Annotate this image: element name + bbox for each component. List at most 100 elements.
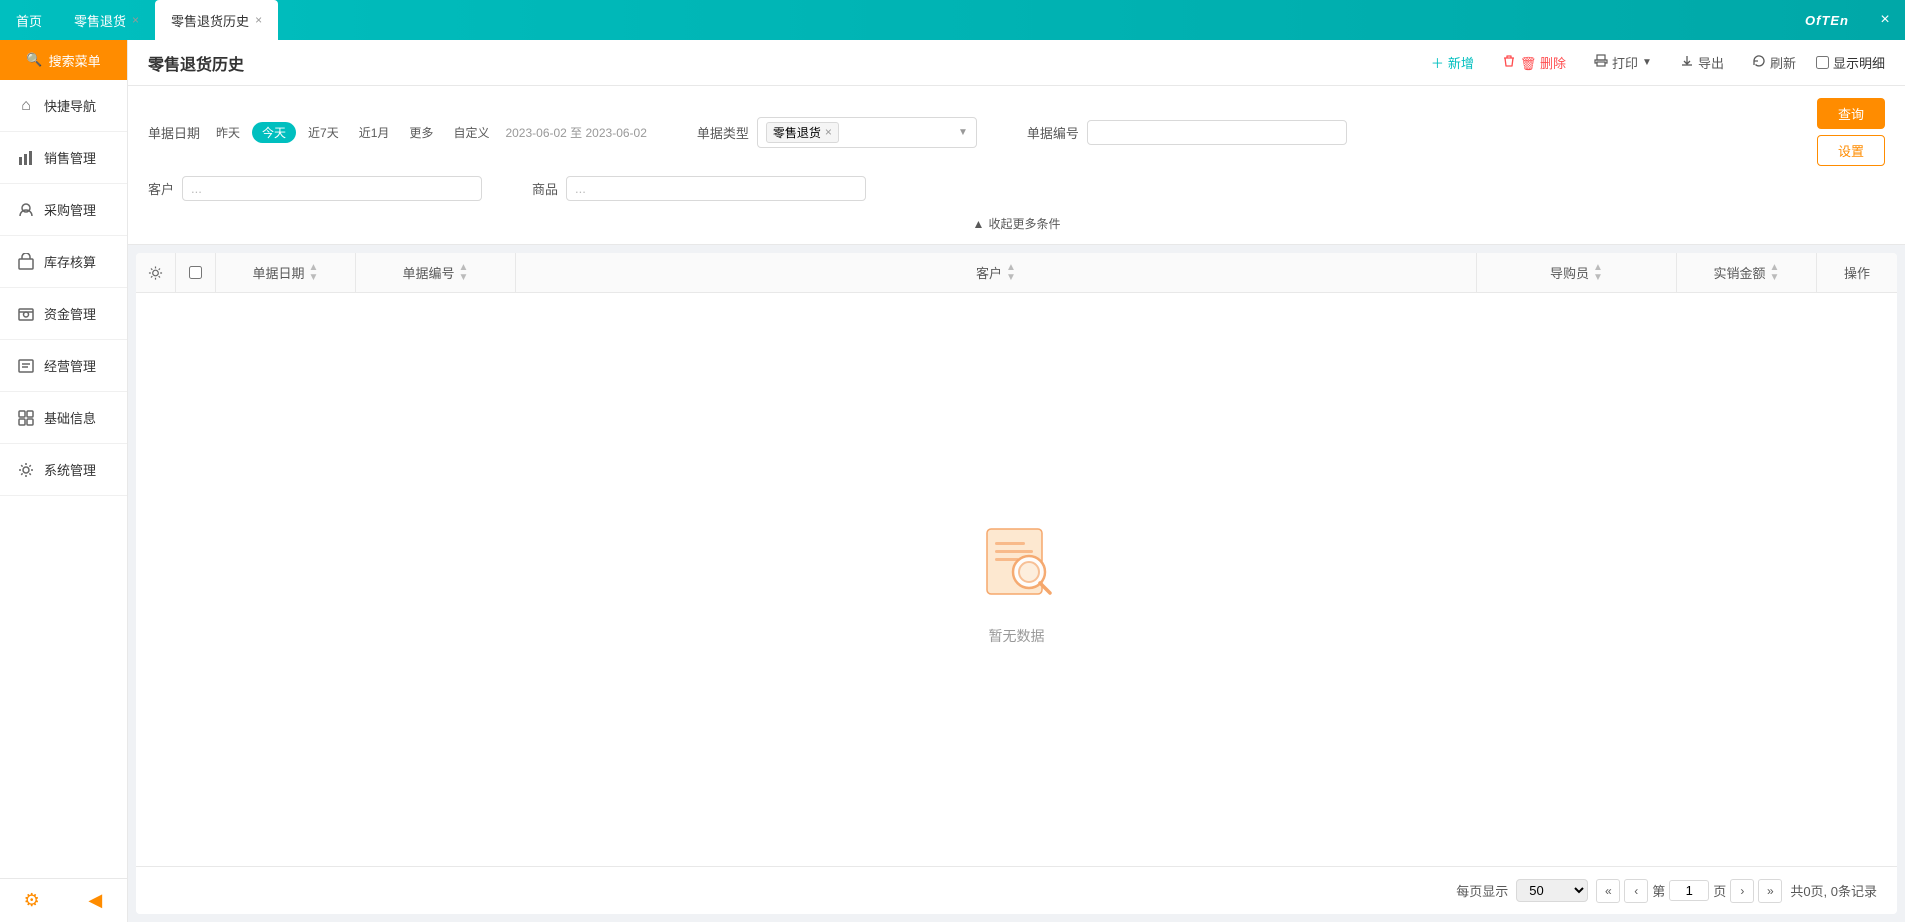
th-amount[interactable]: 实销金额 ▲▼ <box>1677 253 1817 292</box>
table-area: 单据日期 ▲▼ 单据编号 ▲▼ 客户 ▲▼ 导购员 ▲▼ 实销金额 ▲▼ <box>136 253 1897 914</box>
doc-code-input[interactable] <box>1087 120 1347 145</box>
th-settings[interactable] <box>136 253 176 292</box>
sort-date-icon: ▲▼ <box>309 263 319 283</box>
date-btn-custom[interactable]: 自定义 <box>445 122 497 143</box>
page-title: 零售退货历史 <box>148 51 244 75</box>
tab-retail-return[interactable]: 零售退货 × <box>58 0 155 40</box>
th-date-label: 单据日期 <box>253 263 305 282</box>
tab-retail-return-close[interactable]: × <box>132 13 139 27</box>
pagination: 每页显示 50 20 100 « ‹ 第 页 › » 共0页, 0条记录 <box>136 866 1897 914</box>
tab-retail-return-history-label: 零售退货历史 <box>171 11 249 30</box>
date-btn-1month[interactable]: 近1月 <box>351 122 398 143</box>
select-all-checkbox[interactable] <box>189 266 202 279</box>
date-btn-7days[interactable]: 近7天 <box>300 122 347 143</box>
collapse-icon: ▲ <box>973 217 985 231</box>
empty-state-icon <box>967 514 1067 614</box>
delete-label: 🗑 删除 <box>1520 53 1566 72</box>
sidebar-item-system-label: 系统管理 <box>44 460 96 479</box>
tab-retail-return-history-close[interactable]: × <box>255 13 262 27</box>
page-input-prefix: 第 <box>1652 881 1665 900</box>
th-code[interactable]: 单据编号 ▲▼ <box>356 253 516 292</box>
sales-icon <box>16 148 36 168</box>
show-detail-label: 显示明细 <box>1833 53 1885 72</box>
search-icon: 🔍 <box>26 52 42 68</box>
last-page-button[interactable]: » <box>1758 879 1782 903</box>
delete-button[interactable]: 🗑 删除 <box>1494 49 1574 76</box>
show-detail-checkbox[interactable] <box>1816 56 1829 69</box>
tab-retail-return-label: 零售退货 <box>74 11 126 30</box>
print-label: 打印 <box>1612 53 1638 72</box>
sidebar-item-operations[interactable]: 经营管理 <box>0 340 127 392</box>
sidebar-item-basic-info[interactable]: 基础信息 <box>0 392 127 444</box>
print-button[interactable]: 打印 ▼ <box>1586 49 1660 76</box>
new-button[interactable]: ＋ 新增 <box>1423 49 1482 76</box>
settings-bottom-icon[interactable]: ⚙ <box>16 885 48 917</box>
date-btn-yesterday[interactable]: 昨天 <box>208 122 248 143</box>
setting-button[interactable]: 设置 <box>1817 135 1885 166</box>
th-guide-label: 导购员 <box>1550 263 1589 282</box>
export-button[interactable]: 导出 <box>1672 49 1732 76</box>
page-size-label: 每页显示 <box>1456 881 1508 900</box>
window-close-button[interactable]: × <box>1865 0 1905 40</box>
sidebar: 🔍 搜索菜单 ⌂ 快捷导航 销售管理 <box>0 40 128 922</box>
th-action: 操作 <box>1817 253 1897 292</box>
sidebar-search[interactable]: 🔍 搜索菜单 <box>0 40 127 80</box>
show-detail-checkbox-label[interactable]: 显示明细 <box>1816 53 1885 72</box>
prev-page-button[interactable]: ‹ <box>1624 879 1648 903</box>
table-header: 单据日期 ▲▼ 单据编号 ▲▼ 客户 ▲▼ 导购员 ▲▼ 实销金额 ▲▼ <box>136 253 1897 293</box>
sidebar-item-inventory[interactable]: 库存核算 <box>0 236 127 288</box>
purchase-icon <box>16 200 36 220</box>
table-body: 暂无数据 <box>136 293 1897 866</box>
date-filter-buttons: 昨天 今天 近7天 近1月 更多 自定义 2023-06-02 至 2023-0… <box>208 122 647 143</box>
date-btn-more[interactable]: 更多 <box>401 122 441 143</box>
filter-area: 单据日期 昨天 今天 近7天 近1月 更多 自定义 2023-06-02 至 2… <box>128 86 1905 245</box>
th-amount-label: 实销金额 <box>1714 263 1766 282</box>
date-btn-today[interactable]: 今天 <box>252 122 296 143</box>
refresh-button[interactable]: 刷新 <box>1744 49 1804 76</box>
customer-input[interactable]: ... <box>182 176 482 201</box>
action-buttons: 查询 设置 <box>1817 98 1885 166</box>
collapse-button[interactable]: ▲ 收起更多条件 <box>972 215 1062 232</box>
sidebar-item-system-mgmt[interactable]: 系统管理 <box>0 444 127 496</box>
empty-text: 暂无数据 <box>989 626 1045 646</box>
sort-amount-icon: ▲▼ <box>1770 263 1780 283</box>
date-filter: 单据日期 昨天 今天 近7天 近1月 更多 自定义 2023-06-02 至 2… <box>148 122 647 143</box>
th-customer[interactable]: 客户 ▲▼ <box>516 253 1477 292</box>
new-label: 新增 <box>1448 53 1474 72</box>
next-page-button[interactable]: › <box>1730 879 1754 903</box>
page-number-input[interactable] <box>1669 880 1709 901</box>
th-date[interactable]: 单据日期 ▲▼ <box>216 253 356 292</box>
goods-input[interactable]: ... <box>566 176 866 201</box>
th-checkbox[interactable] <box>176 253 216 292</box>
collapse-sidebar-icon[interactable]: ◀ <box>79 885 111 917</box>
sort-customer-icon: ▲▼ <box>1006 263 1016 283</box>
sidebar-item-purchase-mgmt[interactable]: 采购管理 <box>0 184 127 236</box>
main-layout: 🔍 搜索菜单 ⌂ 快捷导航 销售管理 <box>0 40 1905 922</box>
doc-type-tag-value: 零售退货 <box>773 124 821 141</box>
tab-list: 首页 零售退货 × 零售退货历史 × <box>0 0 1805 40</box>
doc-type-select[interactable]: 零售退货 × ▼ <box>757 117 977 148</box>
sidebar-item-quick-nav-label: 快捷导航 <box>44 96 96 115</box>
sidebar-item-quick-nav[interactable]: ⌂ 快捷导航 <box>0 80 127 132</box>
sidebar-item-finance[interactable]: 资金管理 <box>0 288 127 340</box>
goods-placeholder: ... <box>575 181 586 196</box>
query-button[interactable]: 查询 <box>1817 98 1885 129</box>
doc-type-tag-close[interactable]: × <box>825 125 832 139</box>
tab-retail-return-history[interactable]: 零售退货历史 × <box>155 0 278 40</box>
doc-type-arrow: ▼ <box>958 127 968 138</box>
sidebar-item-purchase-label: 采购管理 <box>44 200 96 219</box>
customer-label: 客户 <box>148 179 174 198</box>
sidebar-item-operations-label: 经营管理 <box>44 356 96 375</box>
first-page-button[interactable]: « <box>1596 879 1620 903</box>
home-icon: ⌂ <box>16 96 36 116</box>
filter-row-1: 单据日期 昨天 今天 近7天 近1月 更多 自定义 2023-06-02 至 2… <box>148 98 1885 166</box>
date-label: 单据日期 <box>148 123 200 142</box>
page-navigation: « ‹ 第 页 › » <box>1596 879 1782 903</box>
th-guide[interactable]: 导购员 ▲▼ <box>1477 253 1677 292</box>
system-icon <box>16 460 36 480</box>
sidebar-item-sales-mgmt[interactable]: 销售管理 <box>0 132 127 184</box>
page-size-select[interactable]: 50 20 100 <box>1516 879 1588 902</box>
tab-home[interactable]: 首页 <box>0 0 58 40</box>
th-customer-label: 客户 <box>976 263 1002 282</box>
refresh-icon <box>1752 54 1766 71</box>
